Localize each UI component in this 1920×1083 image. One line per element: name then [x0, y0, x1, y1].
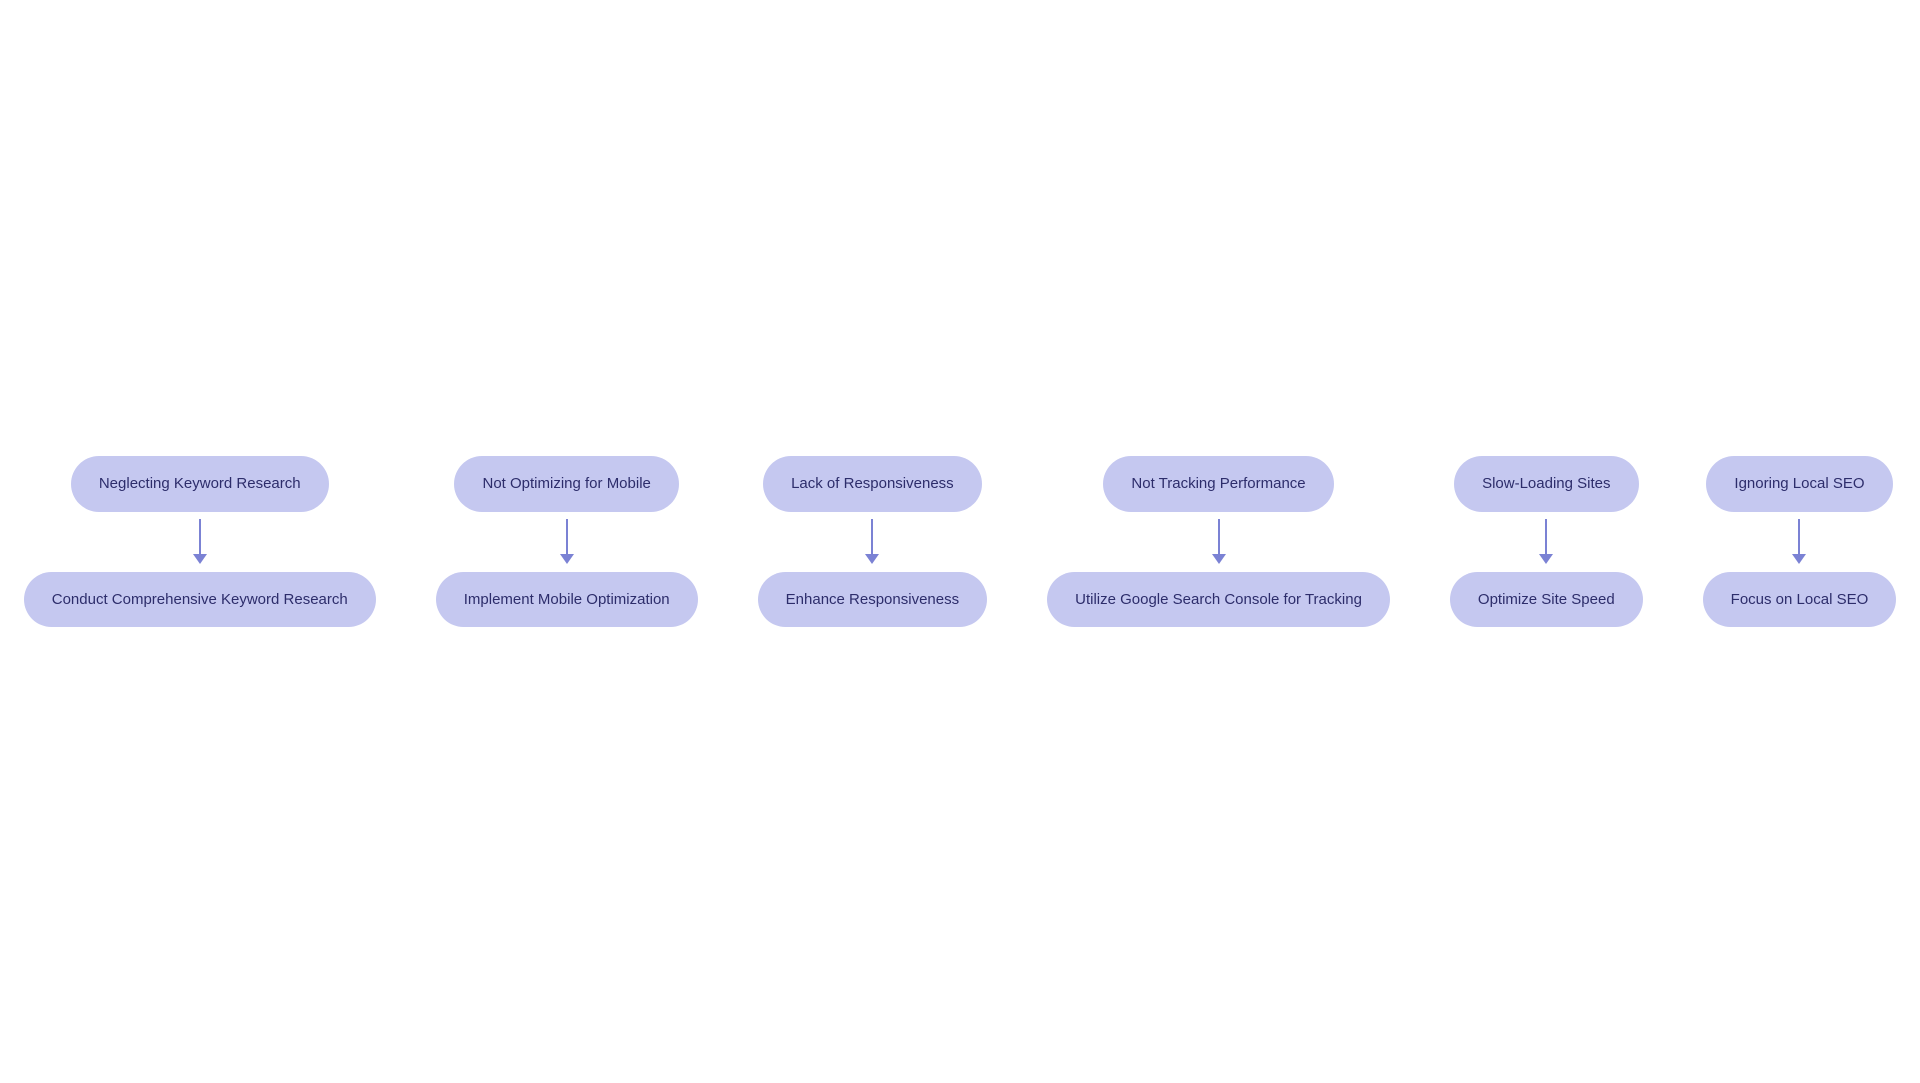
- arrow-line: [566, 519, 568, 554]
- arrow-icon-1: [193, 519, 207, 564]
- arrow-icon-6: [1792, 519, 1806, 564]
- arrow-icon-4: [1212, 519, 1226, 564]
- flow-group-4: Not Tracking Performance Utilize Google S…: [1047, 456, 1390, 627]
- solution-node-4: Utilize Google Search Console for Tracki…: [1047, 572, 1390, 628]
- flow-group-3: Lack of Responsiveness Enhance Responsive…: [758, 456, 987, 627]
- arrow-3: [865, 512, 879, 572]
- arrow-line: [199, 519, 201, 554]
- solution-node-3: Enhance Responsiveness: [758, 572, 987, 628]
- problem-node-3: Lack of Responsiveness: [763, 456, 982, 512]
- arrow-line: [1545, 519, 1547, 554]
- solution-node-5: Optimize Site Speed: [1450, 572, 1643, 628]
- arrow-line: [1218, 519, 1220, 554]
- arrow-icon-5: [1539, 519, 1553, 564]
- arrow-5: [1539, 512, 1553, 572]
- arrow-line: [871, 519, 873, 554]
- flow-group-6: Ignoring Local SEO Focus on Local SEO: [1703, 456, 1897, 627]
- solution-node-2: Implement Mobile Optimization: [436, 572, 698, 628]
- arrow-4: [1212, 512, 1226, 572]
- flow-group-5: Slow-Loading Sites Optimize Site Speed: [1450, 456, 1643, 627]
- arrow-icon-2: [560, 519, 574, 564]
- arrow-head: [1212, 554, 1226, 564]
- arrow-line: [1798, 519, 1800, 554]
- problem-node-4: Not Tracking Performance: [1103, 456, 1333, 512]
- flow-group-1: Neglecting Keyword Research Conduct Compr…: [24, 456, 376, 627]
- problem-node-5: Slow-Loading Sites: [1454, 456, 1638, 512]
- diagram-container: Neglecting Keyword Research Conduct Compr…: [0, 0, 1920, 1083]
- flow-group-2: Not Optimizing for Mobile Implement Mobil…: [436, 456, 698, 627]
- arrow-icon-3: [865, 519, 879, 564]
- arrow-head: [193, 554, 207, 564]
- arrow-head: [865, 554, 879, 564]
- solution-node-6: Focus on Local SEO: [1703, 572, 1897, 628]
- solution-node-1: Conduct Comprehensive Keyword Research: [24, 572, 376, 628]
- problem-node-2: Not Optimizing for Mobile: [454, 456, 678, 512]
- problem-node-1: Neglecting Keyword Research: [71, 456, 329, 512]
- arrow-2: [560, 512, 574, 572]
- arrow-head: [1539, 554, 1553, 564]
- arrow-1: [193, 512, 207, 572]
- arrow-head: [560, 554, 574, 564]
- problem-node-6: Ignoring Local SEO: [1706, 456, 1892, 512]
- arrow-6: [1792, 512, 1806, 572]
- arrow-head: [1792, 554, 1806, 564]
